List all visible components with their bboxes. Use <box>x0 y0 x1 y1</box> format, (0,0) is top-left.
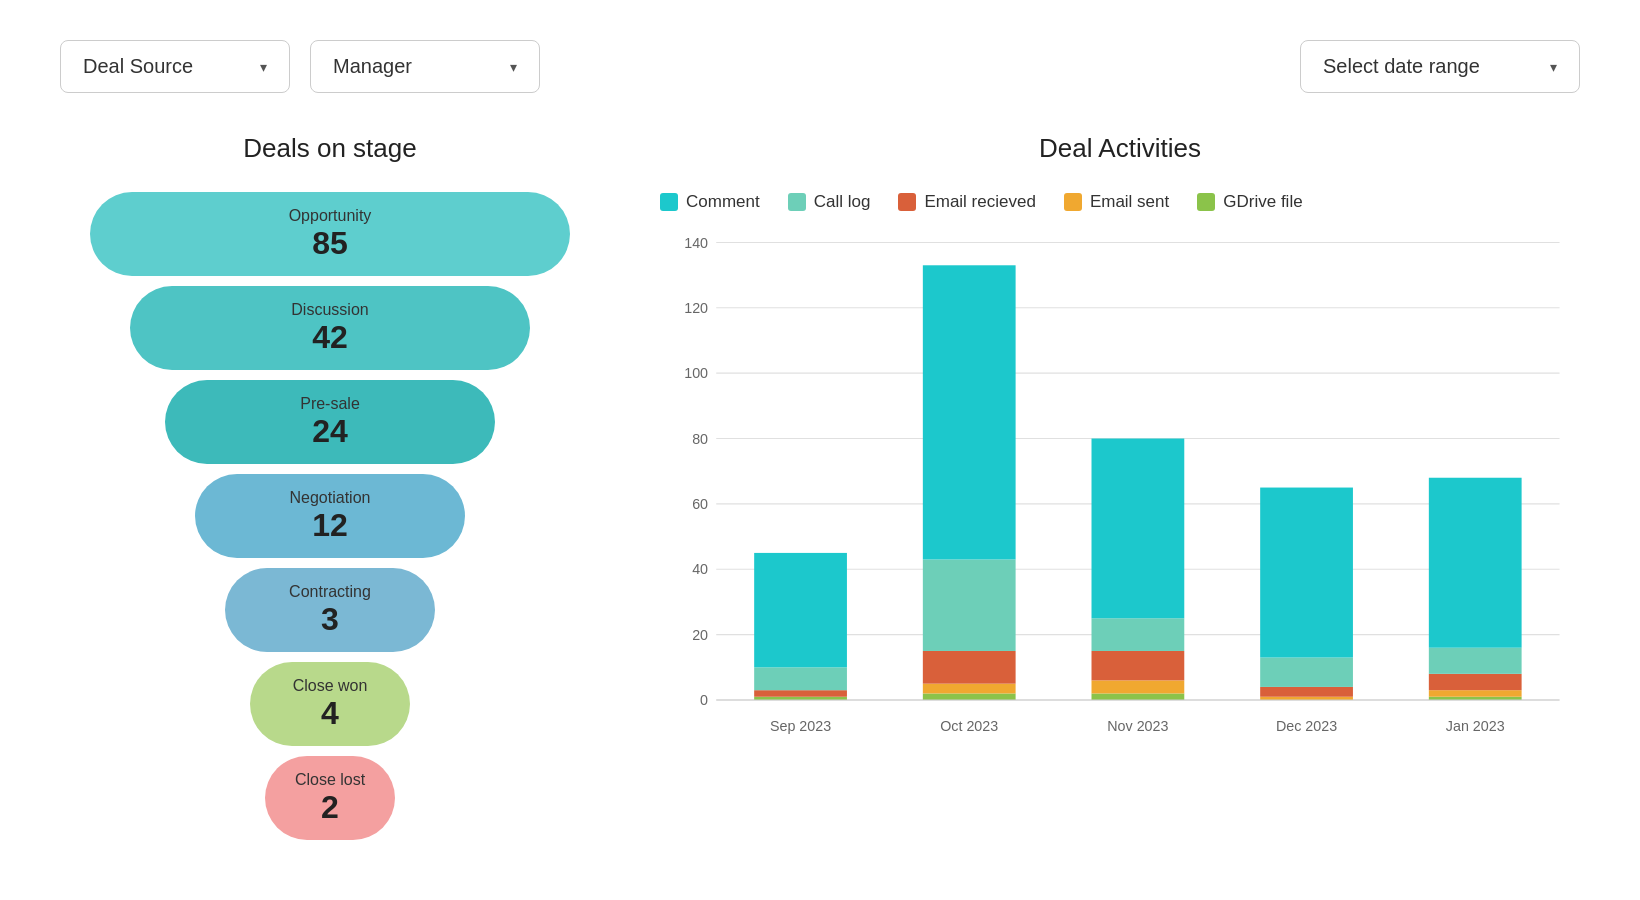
bar-segment-comment <box>923 265 1016 559</box>
legend-dot <box>660 193 678 211</box>
funnel-bar-close-lost[interactable]: Close lost2 <box>265 756 395 840</box>
bar-segment-gdrive-file <box>923 693 1016 700</box>
bar-segment-email-recieved <box>754 690 847 697</box>
legend-label: Email sent <box>1090 192 1169 212</box>
top-bar: Deal Source ▾ Manager ▾ Select date rang… <box>0 0 1640 113</box>
bar-segment-email-recieved <box>923 651 1016 684</box>
date-range-label: Select date range <box>1323 55 1480 78</box>
bar-segment-comment <box>1092 439 1185 619</box>
funnel-bar-discussion[interactable]: Discussion42 <box>130 286 530 370</box>
legend-dot <box>898 193 916 211</box>
activities-title: Deal Activities <box>660 133 1580 164</box>
bar-segment-email-sent <box>1429 690 1522 697</box>
manager-dropdown[interactable]: Manager ▾ <box>310 40 540 93</box>
bar-label: Opportunity <box>289 207 372 225</box>
bar-segment-email-sent <box>923 684 1016 694</box>
svg-text:20: 20 <box>692 627 708 643</box>
bar-label: Close won <box>293 677 368 695</box>
svg-text:Oct 2023: Oct 2023 <box>940 718 998 734</box>
bar-label: Negotiation <box>290 489 371 507</box>
legend: Comment Call log Email recieved Email sent G… <box>660 192 1580 212</box>
bar-label: Close lost <box>295 771 365 789</box>
legend-item-email-recieved: Email recieved <box>898 192 1036 212</box>
funnel-bar-close-won[interactable]: Close won4 <box>250 662 410 746</box>
svg-text:120: 120 <box>684 300 708 316</box>
legend-dot <box>788 193 806 211</box>
bar-segment-call-log <box>1092 618 1185 651</box>
svg-text:Jan 2023: Jan 2023 <box>1446 718 1505 734</box>
legend-item-call-log: Call log <box>788 192 871 212</box>
svg-text:0: 0 <box>700 692 708 708</box>
bar-segment-email-recieved <box>1260 687 1353 697</box>
deals-title: Deals on stage <box>60 133 600 164</box>
svg-text:Nov 2023: Nov 2023 <box>1107 718 1168 734</box>
chart-area: 0 20 40 60 80 100 120 140 Sep 2023 Oct 2023 Nov 20… <box>660 232 1580 752</box>
bar-value: 4 <box>321 695 339 732</box>
funnel-bar-opportunity[interactable]: Opportunity85 <box>90 192 570 276</box>
legend-item-comment: Comment <box>660 192 760 212</box>
bar-value: 12 <box>312 507 348 544</box>
legend-label: Email recieved <box>924 192 1036 212</box>
bar-segment-gdrive-file <box>1092 693 1185 700</box>
chevron-down-icon: ▾ <box>260 59 267 75</box>
bar-segment-call-log <box>1260 658 1353 687</box>
bar-value: 2 <box>321 789 339 826</box>
bar-value: 42 <box>312 319 348 356</box>
legend-item-gdrive-file: GDrive file <box>1197 192 1302 212</box>
legend-dot <box>1064 193 1082 211</box>
bar-segment-call-log <box>923 559 1016 651</box>
funnel-bar-pre-sale[interactable]: Pre-sale24 <box>165 380 495 464</box>
main-content: Deals on stage Opportunity85Discussion42… <box>0 113 1640 860</box>
bar-segment-call-log <box>1429 648 1522 674</box>
manager-label: Manager <box>333 55 412 78</box>
legend-label: GDrive file <box>1223 192 1302 212</box>
svg-text:80: 80 <box>692 431 708 447</box>
activities-section: Deal Activities Comment Call log Email rec… <box>660 133 1580 840</box>
funnel-bar-negotiation[interactable]: Negotiation12 <box>195 474 465 558</box>
bar-value: 85 <box>312 225 348 262</box>
chevron-down-icon: ▾ <box>1550 59 1557 75</box>
bar-value: 24 <box>312 413 348 450</box>
legend-dot <box>1197 193 1215 211</box>
bar-segment-email-recieved <box>1429 674 1522 690</box>
bar-segment-comment <box>754 553 847 667</box>
bar-value: 3 <box>321 601 339 638</box>
svg-text:100: 100 <box>684 365 708 381</box>
svg-text:Sep 2023: Sep 2023 <box>770 718 831 734</box>
chevron-down-icon: ▾ <box>510 59 517 75</box>
funnel-container: Opportunity85Discussion42Pre-sale24Negot… <box>60 192 600 840</box>
bar-segment-comment <box>1260 488 1353 658</box>
date-range-group: Select date range ▾ <box>1300 40 1580 93</box>
legend-label: Comment <box>686 192 760 212</box>
filter-group: Deal Source ▾ Manager ▾ <box>60 40 540 93</box>
svg-text:60: 60 <box>692 496 708 512</box>
bar-segment-call-log <box>754 667 847 690</box>
bar-label: Discussion <box>291 301 368 319</box>
bar-label: Pre-sale <box>300 395 360 413</box>
bar-segment-comment <box>1429 478 1522 648</box>
funnel-bar-contracting[interactable]: Contracting3 <box>225 568 435 652</box>
date-range-dropdown[interactable]: Select date range ▾ <box>1300 40 1580 93</box>
svg-text:40: 40 <box>692 561 708 577</box>
legend-item-email-sent: Email sent <box>1064 192 1169 212</box>
deal-source-label: Deal Source <box>83 55 193 78</box>
legend-label: Call log <box>814 192 871 212</box>
bar-label: Contracting <box>289 583 371 601</box>
deal-source-dropdown[interactable]: Deal Source ▾ <box>60 40 290 93</box>
bar-segment-email-recieved <box>1092 651 1185 680</box>
svg-text:140: 140 <box>684 234 708 250</box>
deals-section: Deals on stage Opportunity85Discussion42… <box>60 133 600 840</box>
svg-text:Dec 2023: Dec 2023 <box>1276 718 1337 734</box>
bar-segment-email-sent <box>1092 680 1185 693</box>
